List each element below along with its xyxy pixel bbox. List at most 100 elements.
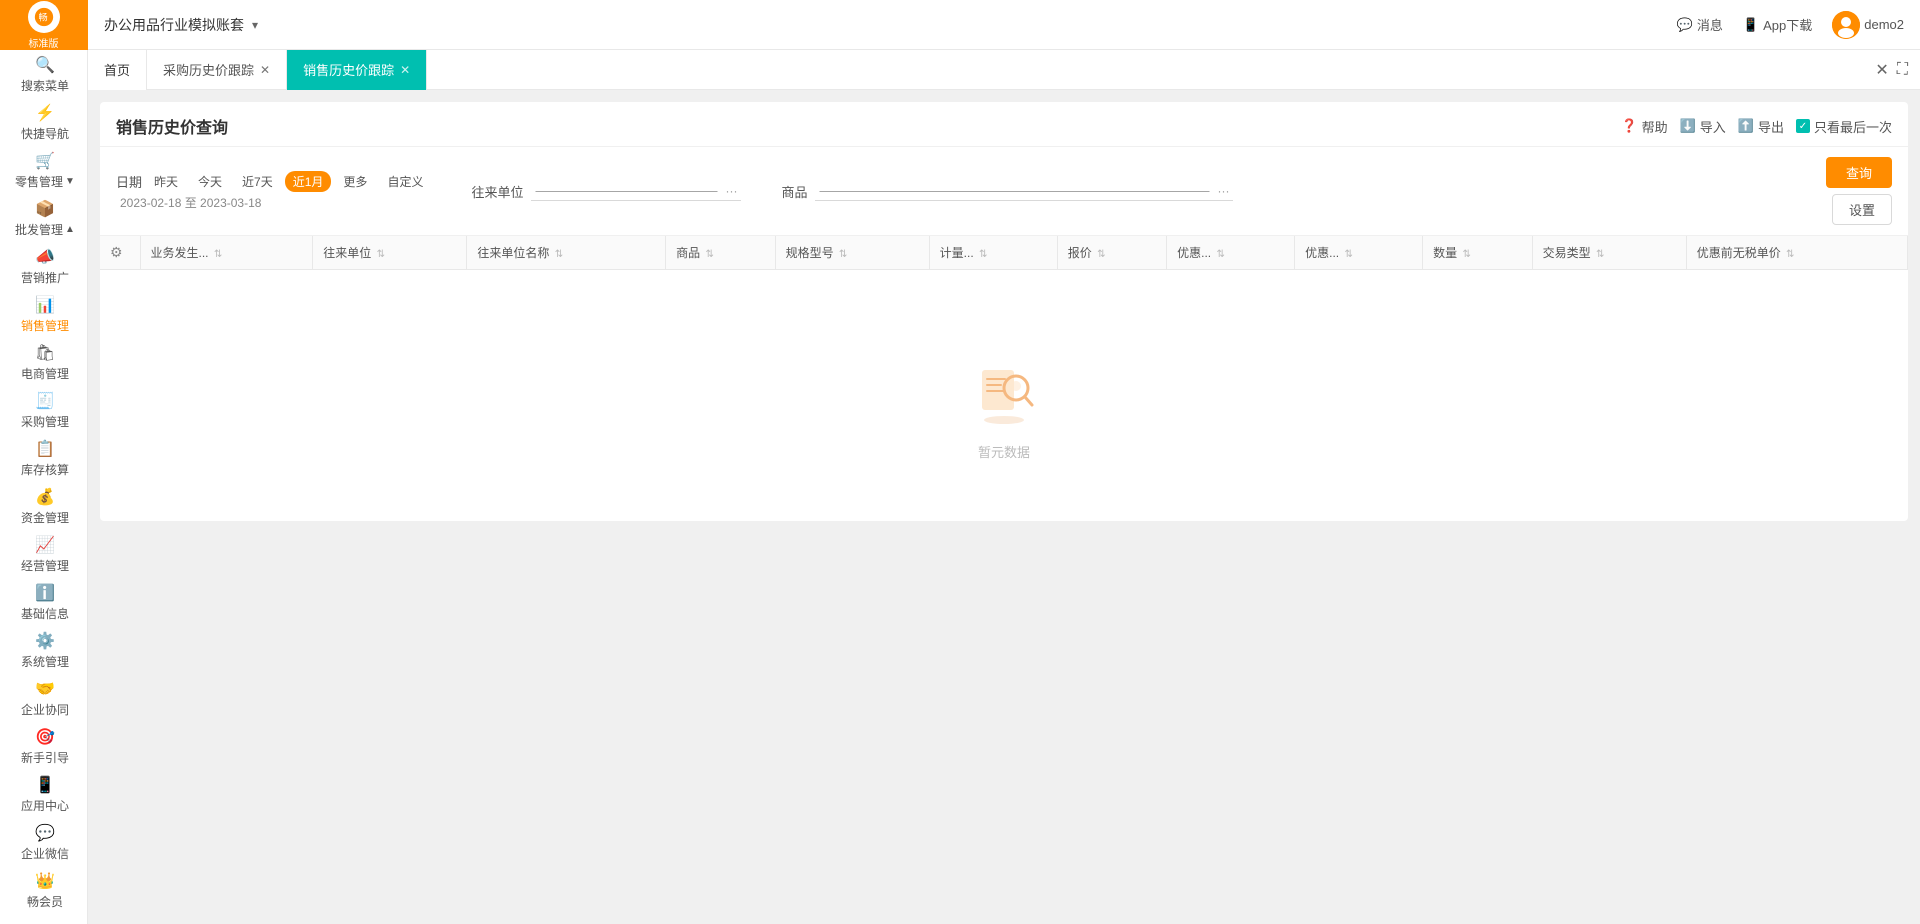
sort-arrows-spec: ⇅ — [839, 249, 847, 260]
sales-icon: 📊 — [35, 295, 55, 315]
tab-home[interactable]: 首页 — [88, 50, 147, 90]
sidebar-item-purchase[interactable]: 🧾 采购管理 — [0, 386, 88, 434]
sidebar-item-system[interactable]: ⚙️ 系统管理 — [0, 626, 88, 674]
sidebar-item-ecommerce[interactable]: 🛍 电商管理 — [0, 338, 88, 386]
import-btn[interactable]: ⬇️ 导入 — [1680, 117, 1726, 136]
sidebar-item-inventory[interactable]: 📋 库存核算 — [0, 434, 88, 482]
th-biz-date[interactable]: 业务发生... ⇅ — [140, 236, 313, 270]
tab-expand-btn[interactable]: ⛶ — [1897, 61, 1908, 79]
partner-filter-label: 往来单位 — [471, 182, 523, 201]
filter-last1month-btn[interactable]: 近1月 — [285, 171, 332, 192]
filter-more-btn[interactable]: 更多 — [335, 171, 375, 192]
help-label: 帮助 — [1642, 117, 1668, 136]
message-icon: 💬 — [1677, 17, 1693, 33]
sort-arrows-quote: ⇅ — [1097, 249, 1105, 260]
sidebar-item-sales[interactable]: 📊 销售管理 — [0, 290, 88, 338]
sidebar-item-marketing[interactable]: 📣 营销推广 — [0, 242, 88, 290]
message-btn[interactable]: 💬 消息 — [1677, 15, 1723, 34]
table-header-row: ⚙ 业务发生... ⇅ 往来单位 ⇅ 往来单位名称 — [100, 236, 1908, 270]
tab-sales-history-close[interactable]: ✕ — [400, 63, 410, 77]
th-product[interactable]: 商品 ⇅ — [666, 236, 775, 270]
product-filter-more-btn[interactable]: ··· — [1213, 182, 1233, 200]
sidebar-item-enterprise[interactable]: 🤝 企业协同 — [0, 674, 88, 722]
th-pre-tax-price[interactable]: 优惠前无税单价 ⇅ — [1686, 236, 1907, 270]
enterprise-icon: 🤝 — [35, 679, 55, 699]
member-icon: 👑 — [35, 871, 55, 891]
sidebar-item-member[interactable]: 👑 畅会员 — [0, 866, 88, 914]
wholesale-icon: 📦 — [35, 199, 55, 219]
app-download-btn[interactable]: 📱 App下载 — [1743, 15, 1812, 34]
product-filter-input-wrap[interactable]: —————————————————————————————— ··· — [815, 182, 1233, 201]
table-settings-icon[interactable]: ⚙ — [110, 244, 123, 260]
only-last-checkbox-wrap[interactable]: 只看最后一次 — [1796, 117, 1892, 136]
purchase-icon: 🧾 — [35, 391, 55, 411]
help-icon: ❓ — [1621, 118, 1637, 134]
th-gear[interactable]: ⚙ — [100, 236, 140, 270]
sidebar-item-wholesale[interactable]: 📦 批发管理 ▲ — [0, 194, 88, 242]
th-discount1[interactable]: 优惠... ⇅ — [1167, 236, 1295, 270]
only-last-checkbox[interactable] — [1796, 119, 1810, 133]
th-quote[interactable]: 报价 ⇅ — [1057, 236, 1166, 270]
import-label: 导入 — [1700, 117, 1726, 136]
filter-date-main: 日期 昨天 今天 近7天 近1月 更多 自定义 — [116, 171, 431, 192]
topbar-dropdown-icon[interactable]: ▾ — [252, 18, 258, 32]
th-partner-code[interactable]: 往来单位 ⇅ — [313, 236, 467, 270]
page-header-actions: ❓ 帮助 ⬇️ 导入 ⬆️ 导出 只看最后一次 — [1621, 117, 1892, 136]
sidebar-item-label: 系统管理 — [21, 653, 69, 670]
filter-date-range: 2023-02-18 至 2023-03-18 — [120, 194, 431, 211]
tab-purchase-history[interactable]: 采购历史价跟踪 ✕ — [147, 50, 287, 90]
sidebar-item-finance[interactable]: 💰 资金管理 — [0, 482, 88, 530]
sidebar-item-wechat[interactable]: 💬 企业微信 — [0, 818, 88, 866]
tab-sales-history[interactable]: 销售历史价跟踪 ✕ — [287, 50, 427, 90]
avatar — [1832, 11, 1860, 39]
sidebar-item-search[interactable]: 🔍 搜索菜单 — [0, 50, 88, 98]
query-button[interactable]: 查询 — [1826, 157, 1892, 188]
th-unit[interactable]: 计量... ⇅ — [929, 236, 1057, 270]
export-btn[interactable]: ⬆️ 导出 — [1738, 117, 1784, 136]
th-partner-name[interactable]: 往来单位名称 ⇅ — [467, 236, 666, 270]
sidebar-item-shortcut[interactable]: ⚡ 快捷导航 — [0, 98, 88, 146]
th-discount2[interactable]: 优惠... ⇅ — [1295, 236, 1423, 270]
filter-custom-btn[interactable]: 自定义 — [379, 171, 431, 192]
sort-arrows-partner-name: ⇅ — [555, 249, 563, 260]
sidebar-item-label: 应用中心 — [21, 797, 69, 814]
sidebar-item-basic[interactable]: ℹ️ 基础信息 — [0, 578, 88, 626]
th-spec[interactable]: 规格型号 ⇅ — [775, 236, 929, 270]
apps-icon: 📱 — [35, 775, 55, 795]
empty-image — [964, 350, 1044, 430]
inventory-icon: 📋 — [35, 439, 55, 459]
sidebar-item-operation[interactable]: 📈 经营管理 — [0, 530, 88, 578]
operation-icon: 📈 — [35, 535, 55, 555]
sidebar-item-label: 资金管理 — [21, 509, 69, 526]
help-btn[interactable]: ❓ 帮助 — [1621, 117, 1667, 136]
filter-last7-btn[interactable]: 近7天 — [234, 171, 281, 192]
filter-today-btn[interactable]: 今天 — [190, 171, 230, 192]
th-qty[interactable]: 数量 ⇅ — [1423, 236, 1532, 270]
filter-yesterday-btn[interactable]: 昨天 — [146, 171, 186, 192]
filter-right-btns: 查询 设置 — [1826, 157, 1892, 225]
tab-purchase-history-close[interactable]: ✕ — [260, 63, 270, 77]
finance-icon: 💰 — [35, 487, 55, 507]
data-table: ⚙ 业务发生... ⇅ 往来单位 ⇅ 往来单位名称 — [100, 236, 1908, 270]
th-trade-type[interactable]: 交易类型 ⇅ — [1532, 236, 1686, 270]
topbar-left: 办公用品行业模拟账套 ▾ — [104, 15, 258, 35]
username-label: demo2 — [1864, 17, 1904, 32]
sidebar-item-newbie[interactable]: 🎯 新手引导 — [0, 722, 88, 770]
content-card: 销售历史价查询 ❓ 帮助 ⬇️ 导入 ⬆️ 导出 — [100, 102, 1908, 521]
export-icon: ⬆️ — [1738, 118, 1754, 134]
sidebar-item-label: 经营管理 — [21, 557, 69, 574]
tab-close-all-btn[interactable]: ✕ — [1875, 60, 1888, 80]
partner-filter-more-btn[interactable]: ··· — [721, 182, 741, 200]
sort-arrows-unit: ⇅ — [979, 249, 987, 260]
sidebar-item-label: 库存核算 — [21, 461, 69, 478]
content-area: 销售历史价查询 ❓ 帮助 ⬇️ 导入 ⬆️ 导出 — [88, 90, 1920, 924]
partner-filter-input-wrap[interactable]: —————————————— ··· — [531, 182, 741, 201]
topbar-right: 💬 消息 📱 App下载 demo2 — [1677, 11, 1904, 39]
sort-arrows-partner-code: ⇅ — [377, 249, 385, 260]
only-last-label: 只看最后一次 — [1814, 117, 1892, 136]
sidebar-item-apps[interactable]: 📱 应用中心 — [0, 770, 88, 818]
sort-arrows-discount2: ⇅ — [1345, 249, 1353, 260]
user-avatar-area[interactable]: demo2 — [1832, 11, 1904, 39]
setting-button[interactable]: 设置 — [1832, 194, 1892, 225]
sidebar-item-retail[interactable]: 🛒 零售管理 ▼ — [0, 146, 88, 194]
